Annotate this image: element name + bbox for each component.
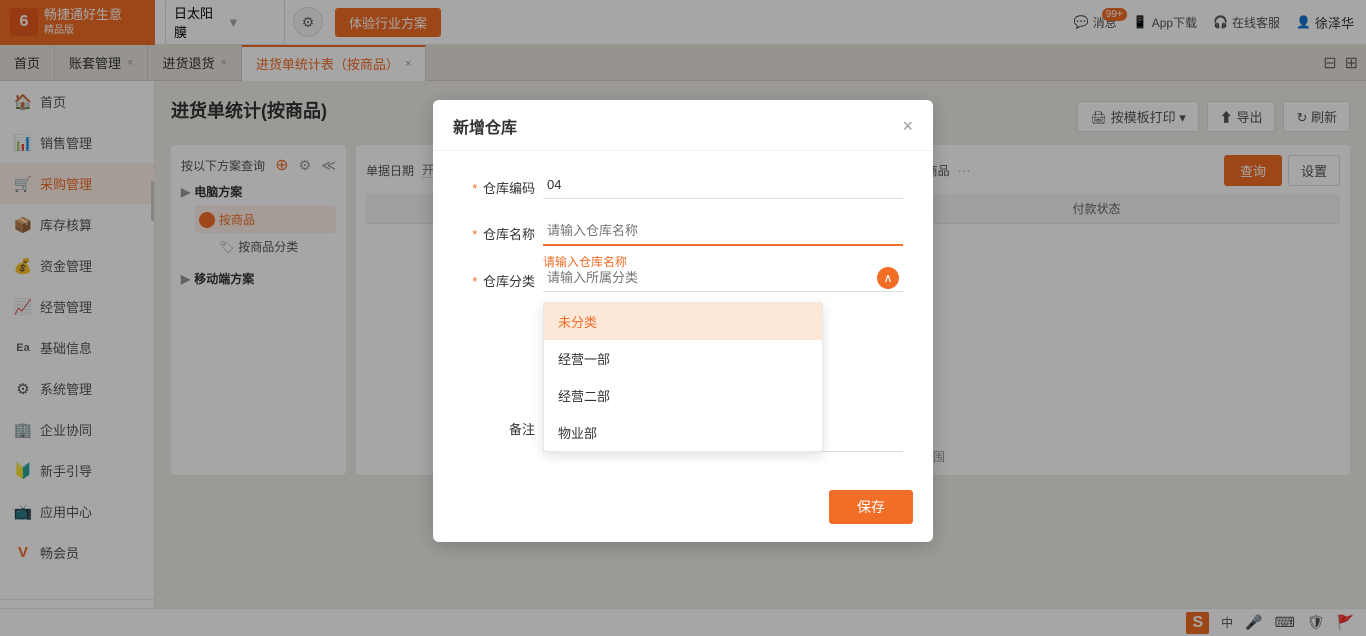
dropdown-item-property[interactable]: 物业部 — [544, 414, 822, 451]
notes-label: 备注 — [463, 412, 543, 438]
dialog-title: 新增仓库 — [453, 114, 517, 138]
dropdown-item-ops1[interactable]: 经营一部 — [544, 340, 822, 377]
modal-overlay: 新增仓库 × * 仓库编码 * 仓库名称 请输入仓库名称 — [0, 0, 1366, 636]
category-arrow[interactable]: ∧ — [877, 267, 899, 289]
dropdown-item-uncategorized[interactable]: 未分类 — [544, 303, 822, 340]
name-input[interactable] — [543, 217, 903, 246]
name-form-row: * 仓库名称 请输入仓库名称 — [463, 217, 903, 246]
code-form-row: * 仓库编码 — [463, 171, 903, 199]
save-button[interactable]: 保存 — [829, 490, 913, 524]
dialog-close-button[interactable]: × — [902, 116, 913, 137]
code-input[interactable] — [543, 171, 903, 199]
dialog-body: * 仓库编码 * 仓库名称 请输入仓库名称 * 仓库分类 — [433, 151, 933, 480]
code-label: * 仓库编码 — [463, 171, 543, 197]
category-dropdown: 未分类 经营一部 经营二部 物业部 — [543, 302, 823, 452]
category-label: * 仓库分类 — [463, 264, 543, 290]
name-label: * 仓库名称 — [463, 217, 543, 243]
category-select-wrapper: ∧ 未分类 经营一部 经营二部 物业部 — [543, 264, 903, 292]
category-input[interactable] — [543, 264, 903, 292]
category-form-row: * 仓库分类 ∧ 未分类 经营一部 经营二部 物业部 — [463, 264, 903, 292]
dialog-footer: 保存 — [433, 480, 933, 542]
add-warehouse-dialog: 新增仓库 × * 仓库编码 * 仓库名称 请输入仓库名称 — [433, 100, 933, 542]
dropdown-item-ops2[interactable]: 经营二部 — [544, 377, 822, 414]
dialog-header: 新增仓库 × — [433, 100, 933, 151]
